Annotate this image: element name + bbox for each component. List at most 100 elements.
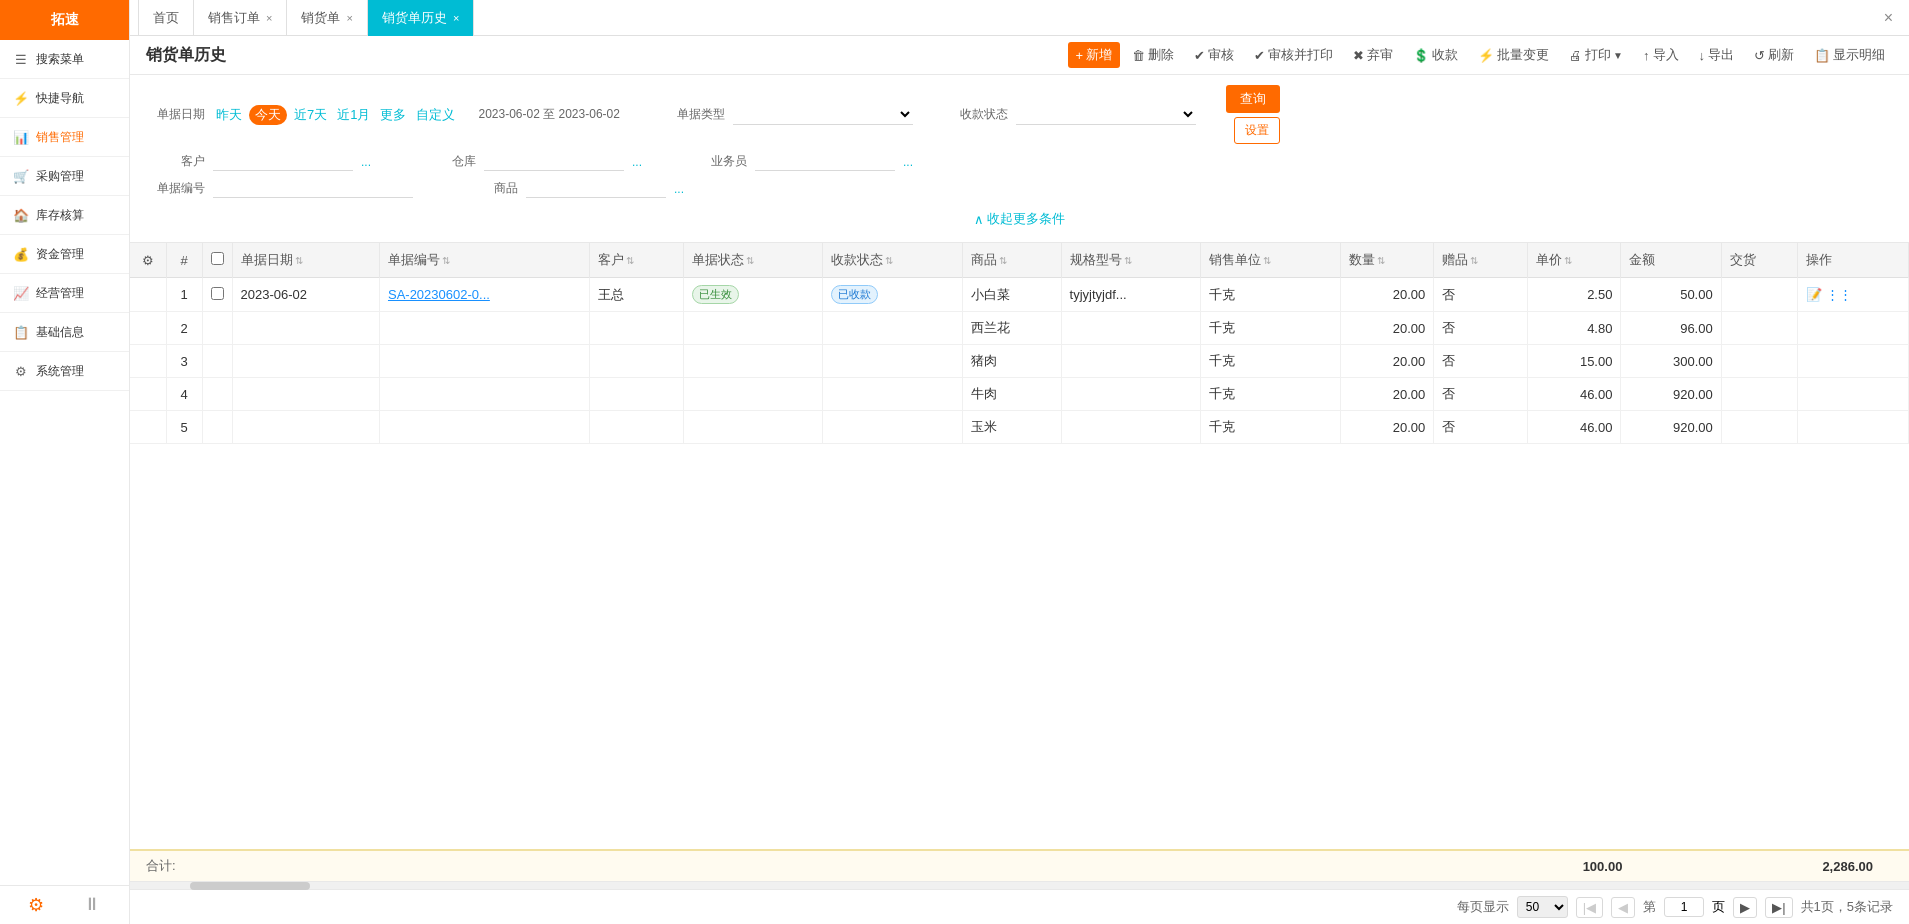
price-column-header[interactable]: 单价⇅ bbox=[1527, 243, 1621, 278]
payment-status-select[interactable] bbox=[1016, 104, 1196, 125]
goods-dots-btn[interactable]: ... bbox=[674, 182, 684, 196]
cb-column-header bbox=[202, 243, 232, 278]
warehouse-input[interactable] bbox=[484, 152, 624, 171]
page-input[interactable] bbox=[1664, 897, 1704, 917]
refresh-button[interactable]: ↺ 刷新 bbox=[1746, 42, 1802, 68]
show-detail-icon: 📋 bbox=[1814, 48, 1830, 63]
batch-change-button[interactable]: ⚡ 批量变更 bbox=[1470, 42, 1557, 68]
shortcut-last-month[interactable]: 近1月 bbox=[334, 105, 373, 125]
doc-no-group: 单据编号 bbox=[150, 179, 413, 198]
collect-button[interactable]: 💲 收款 bbox=[1405, 42, 1466, 68]
row-gear bbox=[130, 278, 166, 312]
doc-no-column-header[interactable]: 单据编号⇅ bbox=[379, 243, 589, 278]
shortcut-custom[interactable]: 自定义 bbox=[413, 105, 458, 125]
edit-op-button[interactable]: 📝 bbox=[1806, 287, 1822, 302]
row-qty: 20.00 bbox=[1340, 312, 1434, 345]
qty-column-header[interactable]: 数量⇅ bbox=[1340, 243, 1434, 278]
quick-nav-icon: ⚡ bbox=[12, 89, 30, 107]
row-date: 2023-06-02 bbox=[232, 278, 379, 312]
tab-close-sales-order[interactable]: × bbox=[266, 12, 272, 24]
goods-column-header[interactable]: 商品⇅ bbox=[962, 243, 1061, 278]
gear-column-header[interactable]: ⚙ bbox=[130, 243, 166, 278]
main-content: 首页 销售订单 × 销货单 × 销货单历史 × × 销货单历史 + 新增 🗑 bbox=[130, 0, 1909, 924]
scrollbar-thumb[interactable] bbox=[190, 882, 310, 890]
row-ops bbox=[1797, 345, 1908, 378]
import-button[interactable]: ↑ 导入 bbox=[1635, 42, 1687, 68]
row-checkbox[interactable] bbox=[211, 287, 224, 300]
add-button[interactable]: + 新增 bbox=[1068, 42, 1121, 68]
doc-no-link[interactable]: SA-20230602-0... bbox=[388, 287, 490, 302]
system-icon: ⚙ bbox=[12, 362, 30, 380]
shortcut-last7days[interactable]: 近7天 bbox=[291, 105, 330, 125]
shortcut-yesterday[interactable]: 昨天 bbox=[213, 105, 245, 125]
add-icon: + bbox=[1076, 48, 1084, 63]
business-dots-btn[interactable]: ... bbox=[903, 155, 913, 169]
select-all-checkbox[interactable] bbox=[211, 252, 224, 265]
audit-button[interactable]: ✔ 审核 bbox=[1186, 42, 1242, 68]
audit-icon: ✔ bbox=[1194, 48, 1205, 63]
close-all-tabs-button[interactable]: × bbox=[1876, 9, 1901, 27]
horizontal-scrollbar[interactable] bbox=[130, 881, 1909, 889]
sidebar-item-basic-info[interactable]: 📋 基础信息 bbox=[0, 313, 129, 352]
doc-status-column-header[interactable]: 单据状态⇅ bbox=[683, 243, 823, 278]
warehouse-dots-btn[interactable]: ... bbox=[632, 155, 642, 169]
prev-page-button[interactable]: ◀ bbox=[1611, 897, 1635, 918]
last-page-button[interactable]: ▶| bbox=[1765, 897, 1792, 918]
gift-column-header[interactable]: 赠品⇅ bbox=[1434, 243, 1528, 278]
sidebar-item-system[interactable]: ⚙ 系统管理 bbox=[0, 352, 129, 391]
row-doc-status bbox=[683, 312, 823, 345]
audit-print-icon: ✔ bbox=[1254, 48, 1265, 63]
collapse-btn[interactable]: ∧ 收起更多条件 bbox=[150, 206, 1889, 232]
sidebar-item-sales[interactable]: 📊 销售管理 bbox=[0, 118, 129, 157]
sidebar-item-search-menu[interactable]: ☰ 搜索菜单 bbox=[0, 40, 129, 79]
tab-sales-order[interactable]: 销售订单 × bbox=[194, 0, 287, 36]
pay-status-column-header[interactable]: 收款状态⇅ bbox=[823, 243, 963, 278]
delete-icon: 🗑 bbox=[1132, 48, 1145, 63]
row-trade bbox=[1721, 345, 1797, 378]
more-op-button[interactable]: ⋮⋮ bbox=[1826, 287, 1852, 302]
shortcut-more[interactable]: 更多 bbox=[377, 105, 409, 125]
per-page-label: 每页显示 bbox=[1457, 898, 1509, 916]
tab-close-sales-history[interactable]: × bbox=[453, 12, 459, 24]
row-spec bbox=[1061, 312, 1201, 345]
row-doc-no bbox=[379, 312, 589, 345]
business-input[interactable] bbox=[755, 152, 895, 171]
sidebar-item-operations[interactable]: 📈 经营管理 bbox=[0, 274, 129, 313]
sidebar-item-inventory[interactable]: 🏠 库存核算 bbox=[0, 196, 129, 235]
doc-no-input[interactable] bbox=[213, 179, 413, 198]
date-column-header[interactable]: 单据日期⇅ bbox=[232, 243, 379, 278]
tab-home[interactable]: 首页 bbox=[138, 0, 194, 36]
customer-dots-btn[interactable]: ... bbox=[361, 155, 371, 169]
customer-input[interactable] bbox=[213, 152, 353, 171]
sidebar-item-quick-nav[interactable]: ⚡ 快捷导航 bbox=[0, 79, 129, 118]
audit-print-button[interactable]: ✔ 审核并打印 bbox=[1246, 42, 1341, 68]
doc-type-select[interactable] bbox=[733, 104, 913, 125]
sidebar-bottom-gear[interactable]: ⚙ bbox=[28, 894, 44, 916]
next-page-button[interactable]: ▶ bbox=[1733, 897, 1757, 918]
sidebar-item-purchase[interactable]: 🛒 采购管理 bbox=[0, 157, 129, 196]
spec-column-header[interactable]: 规格型号⇅ bbox=[1061, 243, 1201, 278]
print-button[interactable]: 🖨 打印 ▼ bbox=[1561, 42, 1631, 68]
show-detail-button[interactable]: 📋 显示明细 bbox=[1806, 42, 1893, 68]
warehouse-group: 仓库 ... bbox=[421, 152, 642, 171]
qty-sort-icon: ⇅ bbox=[1377, 255, 1385, 266]
customer-column-header[interactable]: 客户⇅ bbox=[589, 243, 683, 278]
sidebar-item-finance[interactable]: 💰 资金管理 bbox=[0, 235, 129, 274]
tab-close-sales-goods[interactable]: × bbox=[346, 12, 352, 24]
row-gear bbox=[130, 411, 166, 444]
query-button[interactable]: 查询 bbox=[1226, 85, 1280, 113]
shortcut-today[interactable]: 今天 bbox=[249, 105, 287, 125]
tab-sales-history[interactable]: 销货单历史 × bbox=[368, 0, 474, 36]
delete-button[interactable]: 🗑 删除 bbox=[1124, 42, 1182, 68]
goods-input[interactable] bbox=[526, 179, 666, 198]
summary-total-qty: 100.00 bbox=[1563, 859, 1643, 874]
sidebar-bottom-pause[interactable]: ⏸ bbox=[83, 894, 101, 916]
export-button[interactable]: ↓ 导出 bbox=[1691, 42, 1743, 68]
per-page-select[interactable]: 50 100 bbox=[1517, 896, 1568, 918]
first-page-button[interactable]: |◀ bbox=[1576, 897, 1603, 918]
tab-sales-goods[interactable]: 销货单 × bbox=[287, 0, 367, 36]
settings-button[interactable]: 设置 bbox=[1234, 117, 1280, 144]
unit-column-header[interactable]: 销售单位⇅ bbox=[1201, 243, 1341, 278]
row-price: 46.00 bbox=[1527, 378, 1621, 411]
abandon-button[interactable]: ✖ 弃审 bbox=[1345, 42, 1401, 68]
